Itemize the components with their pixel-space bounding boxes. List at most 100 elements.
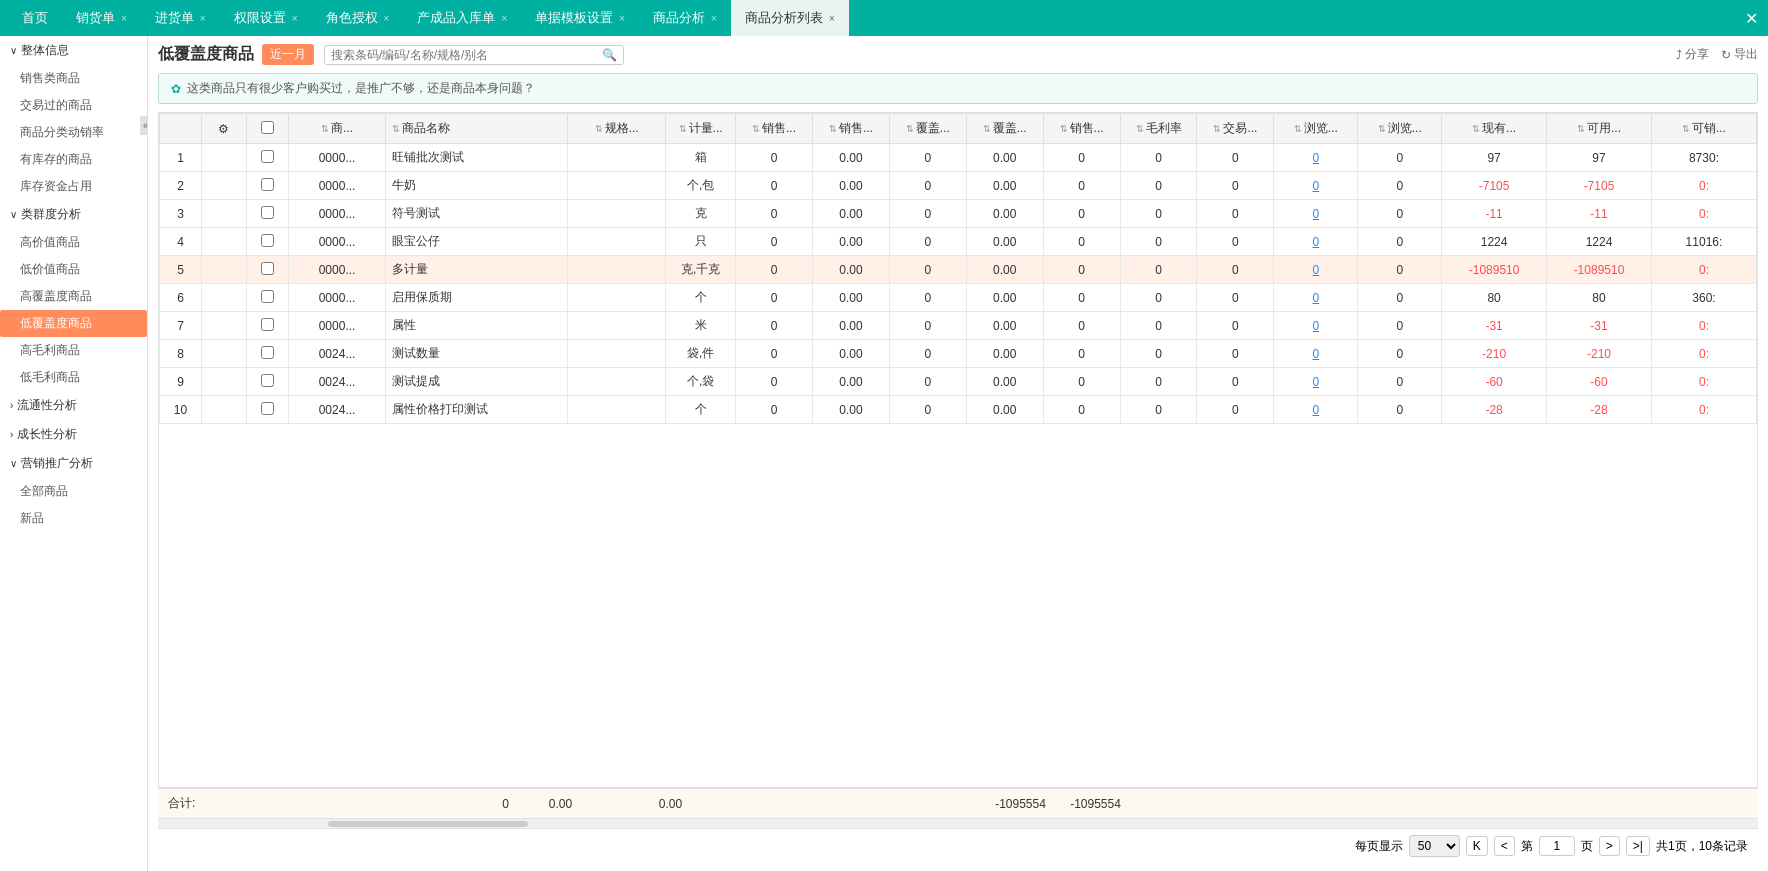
nav-role[interactable]: 角色授权 × <box>312 0 404 36</box>
col-browse2-header[interactable]: ⇅浏览... <box>1358 114 1442 144</box>
nav-template-close[interactable]: × <box>619 13 625 24</box>
row-browse1-6[interactable]: 0 <box>1274 312 1358 340</box>
row-check-0[interactable] <box>246 144 288 172</box>
col-check[interactable] <box>246 114 288 144</box>
row-browse1-4[interactable]: 0 <box>1274 256 1358 284</box>
col-sellable-header[interactable]: ⇅可销... <box>1651 114 1756 144</box>
page-input[interactable] <box>1539 836 1575 856</box>
search-icon[interactable]: 🔍 <box>602 48 617 62</box>
search-input[interactable] <box>331 48 598 62</box>
first-page-button[interactable]: K <box>1466 836 1488 856</box>
table-row: 10 0024... 属性价格打印测试 个 0 0.00 0 0.00 0 0 … <box>160 396 1757 424</box>
row-check-8[interactable] <box>246 368 288 396</box>
nav-permission-close[interactable]: × <box>292 13 298 24</box>
last-page-button[interactable]: >| <box>1626 836 1650 856</box>
sidebar-section-cluster[interactable]: ∨ 类群度分析 <box>0 200 147 229</box>
col-spec-header[interactable]: ⇅规格... <box>568 114 666 144</box>
col-code-header[interactable]: ⇅商... <box>288 114 386 144</box>
col-unit-header[interactable]: ⇅计量... <box>666 114 736 144</box>
sidebar-item-low-coverage[interactable]: 低覆盖度商品 <box>0 310 147 337</box>
row-browse1-0[interactable]: 0 <box>1274 144 1358 172</box>
col-sales-cust-header[interactable]: ⇅销售... <box>1043 114 1120 144</box>
row-browse1-1[interactable]: 0 <box>1274 172 1358 200</box>
sidebar-collapse-button[interactable]: « <box>140 116 148 135</box>
share-button[interactable]: ⤴ 分享 <box>1676 46 1709 63</box>
col-sales-qty-header[interactable]: ⇅销售... <box>736 114 813 144</box>
row-unit-0: 箱 <box>666 144 736 172</box>
nav-goods-list-close[interactable]: × <box>829 13 835 24</box>
nav-home[interactable]: 首页 <box>8 0 62 36</box>
scrollbar-thumb[interactable] <box>328 821 528 827</box>
row-check-4[interactable] <box>246 256 288 284</box>
nav-template[interactable]: 单据模板设置 × <box>521 0 639 36</box>
row-trans-1: 0 <box>1197 172 1274 200</box>
col-current-stock-header[interactable]: ⇅现有... <box>1442 114 1547 144</box>
nav-purchase-close[interactable]: × <box>200 13 206 24</box>
total-available-stock: -1095554 <box>1058 797 1133 811</box>
col-cover2-header[interactable]: ⇅覆盖... <box>966 114 1043 144</box>
nav-product-entry-close[interactable]: × <box>501 13 507 24</box>
sidebar-section-marketing[interactable]: ∨ 营销推广分析 <box>0 449 147 478</box>
per-page-select[interactable]: 50 20 100 <box>1409 835 1460 857</box>
nav-role-close[interactable]: × <box>384 13 390 24</box>
row-check-3[interactable] <box>246 228 288 256</box>
row-browse1-2[interactable]: 0 <box>1274 200 1358 228</box>
total-cover2: 0.00 <box>643 797 698 811</box>
row-browse1-8[interactable]: 0 <box>1274 368 1358 396</box>
period-button[interactable]: 近一月 <box>262 44 314 65</box>
sidebar-item-high-value[interactable]: 高价值商品 <box>0 229 147 256</box>
sidebar-section-overview[interactable]: ∨ 整体信息 <box>0 36 147 65</box>
col-sales-amt-header[interactable]: ⇅销售... <box>812 114 889 144</box>
sidebar-section-circulation[interactable]: › 流通性分析 <box>0 391 147 420</box>
horizontal-scrollbar[interactable] <box>158 818 1758 828</box>
sidebar-item-high-coverage[interactable]: 高覆盖度商品 <box>0 283 147 310</box>
section-arrow-circulation: › <box>10 400 13 411</box>
sidebar-item-category-rate[interactable]: 商品分类动销率 <box>0 119 147 146</box>
col-browse1-header[interactable]: ⇅浏览... <box>1274 114 1358 144</box>
next-page-button[interactable]: > <box>1599 836 1620 856</box>
col-available-stock-header[interactable]: ⇅可用... <box>1547 114 1652 144</box>
nav-goods-analysis-close[interactable]: × <box>711 13 717 24</box>
row-check-6[interactable] <box>246 312 288 340</box>
row-browse1-7[interactable]: 0 <box>1274 340 1358 368</box>
row-cover2-3: 0.00 <box>966 228 1043 256</box>
sidebar-item-sales-goods[interactable]: 销售类商品 <box>0 65 147 92</box>
sidebar-item-new-goods[interactable]: 新品 <box>0 505 147 532</box>
row-sales-cust-3: 0 <box>1043 228 1120 256</box>
sidebar-item-all-goods[interactable]: 全部商品 <box>0 478 147 505</box>
row-check-9[interactable] <box>246 396 288 424</box>
row-browse1-9[interactable]: 0 <box>1274 396 1358 424</box>
sidebar-item-traded-goods[interactable]: 交易过的商品 <box>0 92 147 119</box>
col-trans-header[interactable]: ⇅交易... <box>1197 114 1274 144</box>
sidebar-item-high-margin[interactable]: 高毛利商品 <box>0 337 147 364</box>
sidebar-item-stock-funds[interactable]: 库存资金占用 <box>0 173 147 200</box>
nav-purchase[interactable]: 进货单 × <box>141 0 220 36</box>
export-button[interactable]: ↻ 导出 <box>1721 46 1758 63</box>
nav-permission[interactable]: 权限设置 × <box>220 0 312 36</box>
nav-goods-analysis[interactable]: 商品分析 × <box>639 0 731 36</box>
col-margin-header[interactable]: ⇅毛利率 <box>1120 114 1197 144</box>
section-label-cluster: 类群度分析 <box>21 206 81 223</box>
row-check-1[interactable] <box>246 172 288 200</box>
nav-goods-list[interactable]: 商品分析列表 × <box>731 0 849 36</box>
row-check-7[interactable] <box>246 340 288 368</box>
select-all-checkbox[interactable] <box>261 121 274 134</box>
sidebar-item-low-margin[interactable]: 低毛利商品 <box>0 364 147 391</box>
col-gear[interactable]: ⚙ <box>201 114 246 144</box>
col-cover1-header[interactable]: ⇅覆盖... <box>889 114 966 144</box>
row-browse1-3[interactable]: 0 <box>1274 228 1358 256</box>
section-arrow-cluster: ∨ <box>10 209 17 220</box>
row-check-5[interactable] <box>246 284 288 312</box>
window-close-button[interactable]: ✕ <box>1745 9 1758 28</box>
sidebar-item-stocked-goods[interactable]: 有库存的商品 <box>0 146 147 173</box>
col-name-header[interactable]: ⇅商品名称 <box>386 114 568 144</box>
sidebar-section-growth[interactable]: › 成长性分析 <box>0 420 147 449</box>
nav-sales-close[interactable]: × <box>121 13 127 24</box>
row-browse1-5[interactable]: 0 <box>1274 284 1358 312</box>
row-sales-cust-4: 0 <box>1043 256 1120 284</box>
prev-page-button[interactable]: < <box>1494 836 1515 856</box>
sidebar-item-low-value[interactable]: 低价值商品 <box>0 256 147 283</box>
nav-sales[interactable]: 销货单 × <box>62 0 141 36</box>
nav-product-entry[interactable]: 产成品入库单 × <box>403 0 521 36</box>
row-check-2[interactable] <box>246 200 288 228</box>
